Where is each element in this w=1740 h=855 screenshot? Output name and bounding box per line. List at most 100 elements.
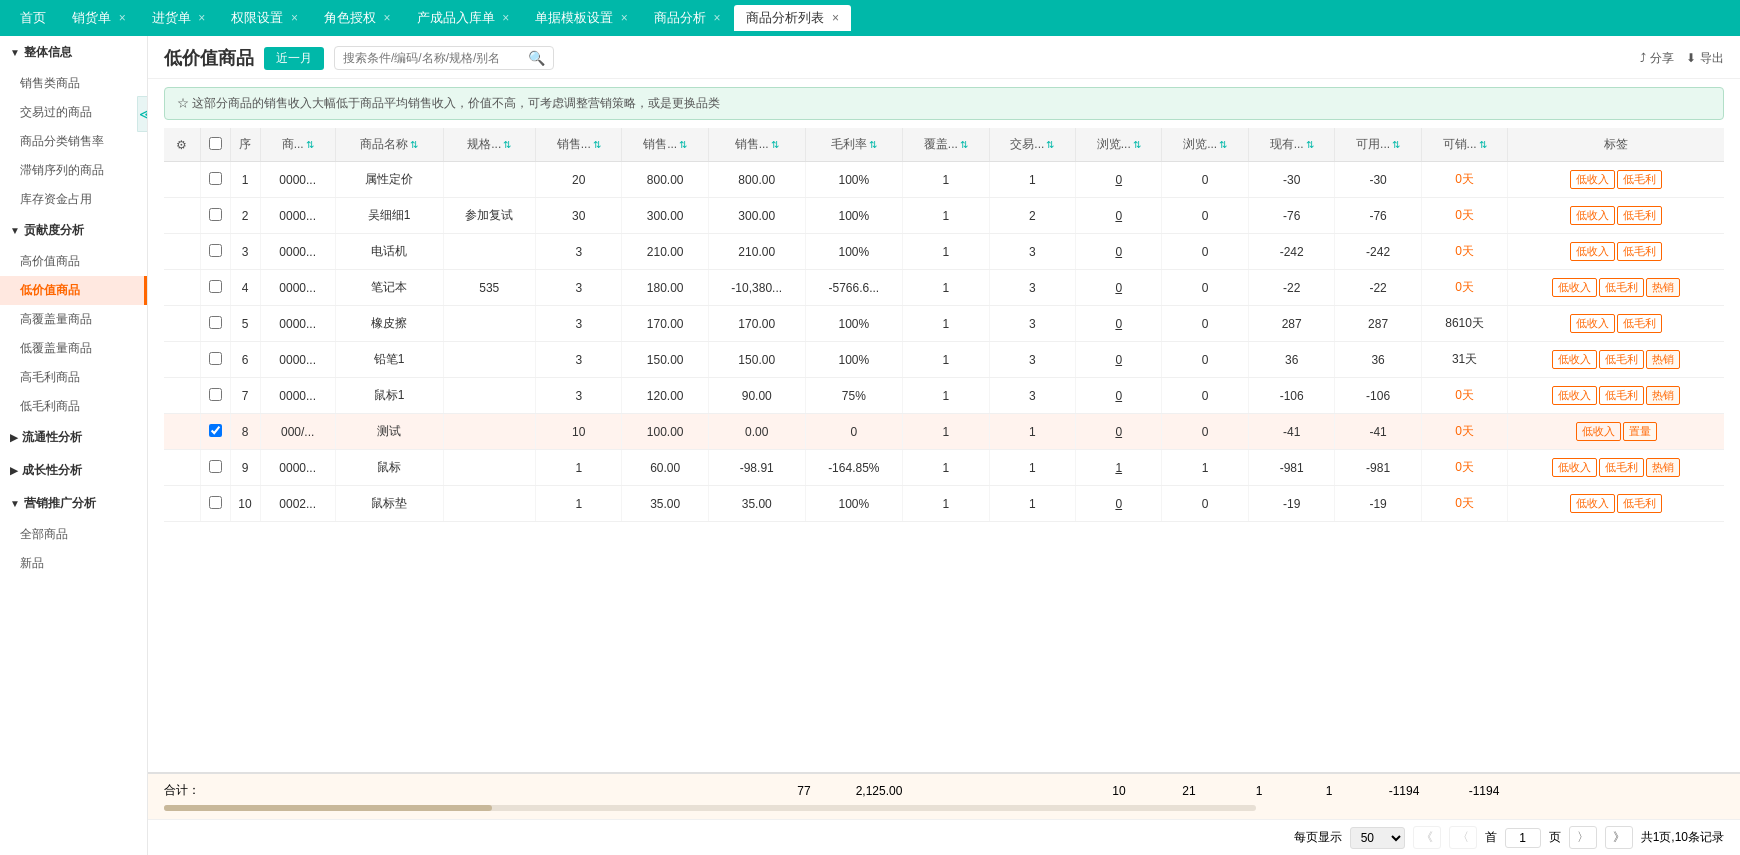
close-analysis-icon[interactable]: × <box>713 11 720 25</box>
sidebar-item-sales-goods[interactable]: 销售类商品 <box>0 69 147 98</box>
row-checkbox-cell[interactable] <box>200 486 230 522</box>
export-button[interactable]: ⬇ 导出 <box>1686 50 1724 67</box>
row-checkbox-cell[interactable] <box>200 378 230 414</box>
row-view1[interactable]: 0 <box>1076 378 1162 414</box>
view1-link[interactable]: 0 <box>1115 497 1122 511</box>
table-container[interactable]: ⚙ 序 商...⇅ 商品名称⇅ 规格...⇅ 销售...⇅ 销售...⇅ 销售.… <box>148 128 1740 772</box>
close-sales-icon[interactable]: × <box>119 11 126 25</box>
row-checkbox[interactable] <box>209 496 222 509</box>
row-checkbox[interactable] <box>209 280 222 293</box>
row-checkbox-cell[interactable] <box>200 342 230 378</box>
view1-link[interactable]: 0 <box>1115 281 1122 295</box>
row-checkbox[interactable] <box>209 316 222 329</box>
col-code[interactable]: 商...⇅ <box>260 128 335 162</box>
row-checkbox-cell[interactable] <box>200 306 230 342</box>
sidebar-item-low-margin[interactable]: 低毛利商品 <box>0 392 147 421</box>
col-sales-price[interactable]: 销售...⇅ <box>622 128 708 162</box>
view1-link[interactable]: 0 <box>1115 317 1122 331</box>
sidebar-item-unsold[interactable]: 滞销序列的商品 <box>0 156 147 185</box>
close-role-icon[interactable]: × <box>384 11 391 25</box>
col-coverage[interactable]: 覆盖...⇅ <box>903 128 989 162</box>
sidebar-group-marketing[interactable]: ▼ 营销推广分析 <box>0 487 147 520</box>
filter-button[interactable]: 近一月 <box>264 47 324 70</box>
col-trade[interactable]: 交易...⇅ <box>989 128 1075 162</box>
col-view2[interactable]: 浏览...⇅ <box>1162 128 1248 162</box>
view1-link[interactable]: 0 <box>1115 173 1122 187</box>
sidebar-item-category-rate[interactable]: 商品分类销售率 <box>0 127 147 156</box>
nav-product-storage[interactable]: 产成品入库单 × <box>405 5 522 31</box>
sidebar-group-overall[interactable]: ▼ 整体信息 <box>0 36 147 69</box>
sidebar-group-contribution[interactable]: ▼ 贡献度分析 <box>0 214 147 247</box>
row-view1[interactable]: 0 <box>1076 486 1162 522</box>
sidebar-group-growth[interactable]: ▶ 成长性分析 <box>0 454 147 487</box>
row-checkbox[interactable] <box>209 352 222 365</box>
sidebar-collapse-btn[interactable]: ≪ <box>137 96 148 132</box>
view1-link[interactable]: 0 <box>1115 353 1122 367</box>
page-input[interactable] <box>1505 828 1541 848</box>
row-checkbox-cell[interactable] <box>200 414 230 450</box>
nav-analysis-list[interactable]: 商品分析列表 × <box>734 5 851 31</box>
row-view1[interactable]: 0 <box>1076 414 1162 450</box>
row-checkbox[interactable] <box>209 172 222 185</box>
search-input[interactable] <box>343 51 528 65</box>
row-view1[interactable]: 0 <box>1076 270 1162 306</box>
row-view1[interactable]: 0 <box>1076 198 1162 234</box>
col-gear[interactable]: ⚙ <box>164 128 200 162</box>
nav-analysis[interactable]: 商品分析 × <box>642 5 733 31</box>
col-sales-profit[interactable]: 销售...⇅ <box>708 128 805 162</box>
col-checkbox[interactable] <box>200 128 230 162</box>
row-checkbox-cell[interactable] <box>200 198 230 234</box>
prev-page-btn[interactable]: 〈 <box>1449 826 1477 849</box>
row-checkbox-cell[interactable] <box>200 234 230 270</box>
view1-link[interactable]: 0 <box>1115 209 1122 223</box>
row-view1[interactable]: 1 <box>1076 450 1162 486</box>
share-button[interactable]: ⤴ 分享 <box>1640 50 1674 67</box>
nav-role[interactable]: 角色授权 × <box>312 5 403 31</box>
per-page-select[interactable]: 50 100 200 <box>1350 827 1405 849</box>
close-purchase-icon[interactable]: × <box>198 11 205 25</box>
view1-link[interactable]: 0 <box>1115 245 1122 259</box>
nav-template[interactable]: 单据模板设置 × <box>523 5 640 31</box>
select-all-checkbox[interactable] <box>209 137 222 150</box>
sidebar-item-traded[interactable]: 交易过的商品 <box>0 98 147 127</box>
nav-permission[interactable]: 权限设置 × <box>219 5 310 31</box>
row-checkbox[interactable] <box>209 460 222 473</box>
last-page-btn[interactable]: 》 <box>1605 826 1633 849</box>
row-view1[interactable]: 0 <box>1076 342 1162 378</box>
row-checkbox-cell[interactable] <box>200 162 230 198</box>
gear-icon[interactable]: ⚙ <box>176 138 187 152</box>
col-available[interactable]: 可用...⇅ <box>1335 128 1421 162</box>
sidebar-item-all-goods[interactable]: 全部商品 <box>0 520 147 549</box>
view1-link[interactable]: 0 <box>1115 425 1122 439</box>
sidebar-item-high-value[interactable]: 高价值商品 <box>0 247 147 276</box>
sidebar-item-new-goods[interactable]: 新品 <box>0 549 147 578</box>
close-template-icon[interactable]: × <box>621 11 628 25</box>
view1-link[interactable]: 0 <box>1115 389 1122 403</box>
next-page-btn[interactable]: 〉 <box>1569 826 1597 849</box>
col-margin[interactable]: 毛利率⇅ <box>805 128 903 162</box>
nav-sales[interactable]: 销货单 × <box>60 5 138 31</box>
sidebar-item-low-value[interactable]: 低价值商品 <box>0 276 147 305</box>
close-analysis-list-icon[interactable]: × <box>832 11 839 25</box>
nav-purchase[interactable]: 进货单 × <box>140 5 218 31</box>
col-view1[interactable]: 浏览...⇅ <box>1076 128 1162 162</box>
row-checkbox[interactable] <box>209 208 222 221</box>
row-view1[interactable]: 0 <box>1076 162 1162 198</box>
sidebar-item-high-margin[interactable]: 高毛利商品 <box>0 363 147 392</box>
col-saleable[interactable]: 可销...⇅ <box>1421 128 1507 162</box>
col-spec[interactable]: 规格...⇅ <box>443 128 536 162</box>
row-view1[interactable]: 0 <box>1076 234 1162 270</box>
row-checkbox-cell[interactable] <box>200 270 230 306</box>
row-view1[interactable]: 0 <box>1076 306 1162 342</box>
row-checkbox[interactable] <box>209 388 222 401</box>
sidebar-item-stock-capital[interactable]: 库存资金占用 <box>0 185 147 214</box>
sidebar-item-high-coverage[interactable]: 高覆盖量商品 <box>0 305 147 334</box>
col-name[interactable]: 商品名称⇅ <box>335 128 443 162</box>
col-current[interactable]: 现有...⇅ <box>1248 128 1334 162</box>
nav-home[interactable]: 首页 <box>8 5 58 31</box>
sidebar-item-low-coverage[interactable]: 低覆盖量商品 <box>0 334 147 363</box>
sidebar-group-circulation[interactable]: ▶ 流通性分析 <box>0 421 147 454</box>
search-icon[interactable]: 🔍 <box>528 50 545 66</box>
row-checkbox[interactable] <box>209 424 222 437</box>
first-page-btn[interactable]: 《 <box>1413 826 1441 849</box>
